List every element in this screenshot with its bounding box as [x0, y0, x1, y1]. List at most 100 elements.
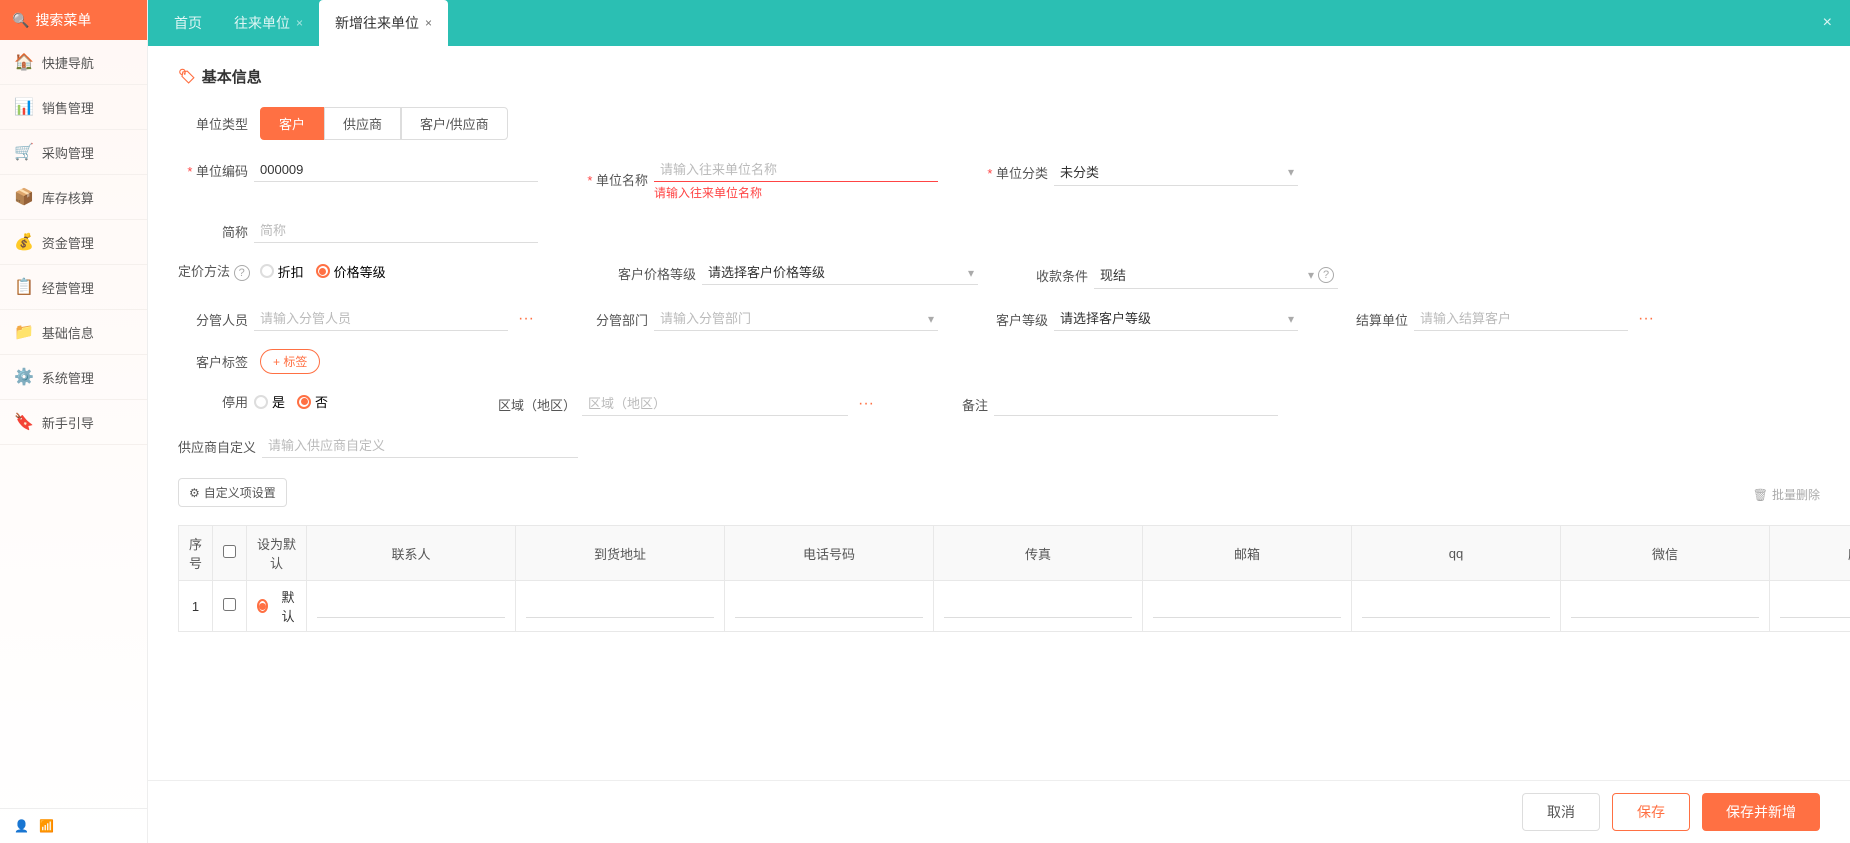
- unit-category-arrow[interactable]: ▾: [1288, 165, 1298, 179]
- address-input[interactable]: [526, 594, 714, 618]
- tag-row: 客户标签 + 标签: [178, 349, 1820, 374]
- sidebar-item-basic-info[interactable]: 📁 基础信息: [0, 310, 147, 355]
- abbr-label: 简称: [178, 222, 248, 241]
- row-checkbox[interactable]: [223, 598, 236, 611]
- disable-yes-option[interactable]: 是: [254, 392, 285, 411]
- region-more-btn[interactable]: ···: [854, 395, 878, 413]
- cell-phone: [725, 581, 934, 632]
- unit-code-input[interactable]: [254, 158, 538, 182]
- cell-address: [516, 581, 725, 632]
- payment-terms-select-wrap: 现结 ▾ ?: [1094, 261, 1338, 289]
- sidebar-item-operations[interactable]: 📋 经营管理: [0, 265, 147, 310]
- payment-terms-label: 收款条件: [1018, 266, 1088, 285]
- manager-field: 分管人员 ···: [178, 307, 538, 331]
- search-menu-btn[interactable]: 🔍 搜索菜单: [0, 0, 147, 40]
- custom-settings-btn[interactable]: ⚙ 自定义项设置: [178, 478, 287, 507]
- col-contact: 联系人: [307, 526, 516, 581]
- unit-category-field: 单位分类 未分类 ▾: [978, 158, 1298, 186]
- department-field: 分管部门 ▾: [578, 307, 938, 331]
- sidebar-item-quick-nav[interactable]: 🏠 快捷导航: [0, 40, 147, 85]
- customer-level-field: 客户等级 请选择客户等级 ▾: [978, 307, 1298, 331]
- disable-no-radio[interactable]: [297, 395, 311, 409]
- payment-terms-arrow[interactable]: ▾: [1308, 268, 1318, 282]
- unit-type-field: 单位类型 客户 供应商 客户/供应商: [178, 107, 508, 140]
- supplier-custom-input[interactable]: [262, 434, 578, 458]
- payment-terms-value: 现结: [1094, 261, 1308, 288]
- btn-both[interactable]: 客户/供应商: [401, 107, 508, 140]
- qq-input[interactable]: [1362, 594, 1550, 618]
- abbr-input[interactable]: [254, 219, 538, 243]
- settlement-unit-input[interactable]: [1414, 307, 1628, 331]
- tab-bar: 首页 往来单位 × 新增往来单位 × ×: [148, 0, 1850, 46]
- department-arrow[interactable]: ▾: [928, 312, 938, 326]
- pricing-discount-option[interactable]: 折扣: [260, 262, 304, 281]
- btn-supplier[interactable]: 供应商: [324, 107, 401, 140]
- pricing-discount-radio[interactable]: [260, 264, 274, 278]
- cancel-button[interactable]: 取消: [1522, 793, 1600, 831]
- fax-input[interactable]: [944, 594, 1132, 618]
- unit-name-label: 单位名称: [578, 170, 648, 189]
- col-seq: 序号: [179, 526, 213, 581]
- pricing-level-label: 价格等级: [334, 262, 386, 281]
- sidebar-footer: 👤 📶: [0, 808, 147, 843]
- manager-more-btn[interactable]: ···: [514, 310, 538, 328]
- price-level-arrow[interactable]: ▾: [968, 266, 978, 280]
- region-input[interactable]: [582, 392, 848, 416]
- pricing-level-radio[interactable]: [316, 264, 330, 278]
- tab-partners[interactable]: 往来单位 ×: [218, 0, 319, 46]
- avatar: 👤: [14, 819, 29, 833]
- col-region: 所在地区: [1770, 526, 1850, 581]
- pricing-help-icon[interactable]: ?: [234, 265, 250, 281]
- main-area: 首页 往来单位 × 新增往来单位 × × 🏷 基本信息 单位类型 客户 供应商: [148, 0, 1850, 843]
- cell-email: [1143, 581, 1352, 632]
- customer-price-level-select[interactable]: 请选择客户价格等级: [702, 261, 968, 284]
- tag-add-btn[interactable]: + 标签: [260, 349, 320, 374]
- settlement-unit-more-btn[interactable]: ···: [1634, 310, 1658, 328]
- phone-input[interactable]: [735, 594, 923, 618]
- sidebar-item-purchase[interactable]: 🛒 采购管理: [0, 130, 147, 175]
- region-table-input[interactable]: [1780, 594, 1850, 618]
- supplier-custom-field: 供应商自定义: [178, 434, 578, 458]
- btn-customer[interactable]: 客户: [260, 107, 324, 140]
- sidebar-item-finance[interactable]: 💰 资金管理: [0, 220, 147, 265]
- customer-level-select[interactable]: 请选择客户等级: [1054, 307, 1288, 330]
- cell-qq: [1352, 581, 1561, 632]
- customer-level-arrow[interactable]: ▾: [1288, 312, 1298, 326]
- manager-input[interactable]: [254, 307, 508, 331]
- disable-yes-radio[interactable]: [254, 395, 268, 409]
- tab-home[interactable]: 首页: [158, 0, 218, 46]
- remark-input[interactable]: [994, 392, 1278, 416]
- sidebar-item-system[interactable]: ⚙️ 系统管理: [0, 355, 147, 400]
- department-input[interactable]: [654, 307, 928, 330]
- table-head: 序号 设为默认 联系人 到货地址 电话号码 传真 邮箱 qq 微信 所在地区 操…: [179, 526, 1850, 581]
- contact-input[interactable]: [317, 594, 505, 618]
- default-radio[interactable]: [257, 599, 268, 613]
- customer-price-level-select-wrap: 请选择客户价格等级 ▾: [702, 261, 978, 285]
- select-all-checkbox[interactable]: [223, 545, 236, 558]
- guide-icon: 🔖: [14, 412, 34, 432]
- sidebar-item-sales[interactable]: 📊 销售管理: [0, 85, 147, 130]
- home-icon: 🏠: [14, 52, 34, 72]
- wechat-input[interactable]: [1571, 594, 1759, 618]
- tab-new-partner[interactable]: 新增往来单位 ×: [319, 0, 448, 46]
- email-input[interactable]: [1153, 594, 1341, 618]
- sidebar-item-inventory[interactable]: 📦 库存核算: [0, 175, 147, 220]
- save-button[interactable]: 保存: [1612, 793, 1690, 831]
- unit-name-input[interactable]: [654, 158, 938, 182]
- tab-partners-close[interactable]: ×: [296, 16, 303, 30]
- sidebar-item-guide[interactable]: 🔖 新手引导: [0, 400, 147, 445]
- disable-no-option[interactable]: 否: [297, 392, 328, 411]
- save-new-button[interactable]: 保存并新增: [1702, 793, 1820, 831]
- manager-label: 分管人员: [178, 310, 248, 329]
- pricing-level-option[interactable]: 价格等级: [316, 262, 386, 281]
- payment-terms-help-icon[interactable]: ?: [1318, 267, 1334, 283]
- default-label: 默认: [280, 587, 296, 625]
- unit-type-row: 单位类型 客户 供应商 客户/供应商: [178, 107, 1820, 140]
- tab-new-partner-close[interactable]: ×: [425, 16, 432, 30]
- unit-category-select-wrap: 未分类 ▾: [1054, 158, 1298, 186]
- sidebar-item-label: 基础信息: [42, 323, 94, 342]
- remark-field: 备注: [918, 392, 1278, 416]
- unit-type-group: 客户 供应商 客户/供应商: [260, 107, 508, 140]
- batch-delete-btn[interactable]: 🗑 批量删除: [1753, 486, 1820, 503]
- close-all-tabs[interactable]: ×: [1815, 14, 1840, 32]
